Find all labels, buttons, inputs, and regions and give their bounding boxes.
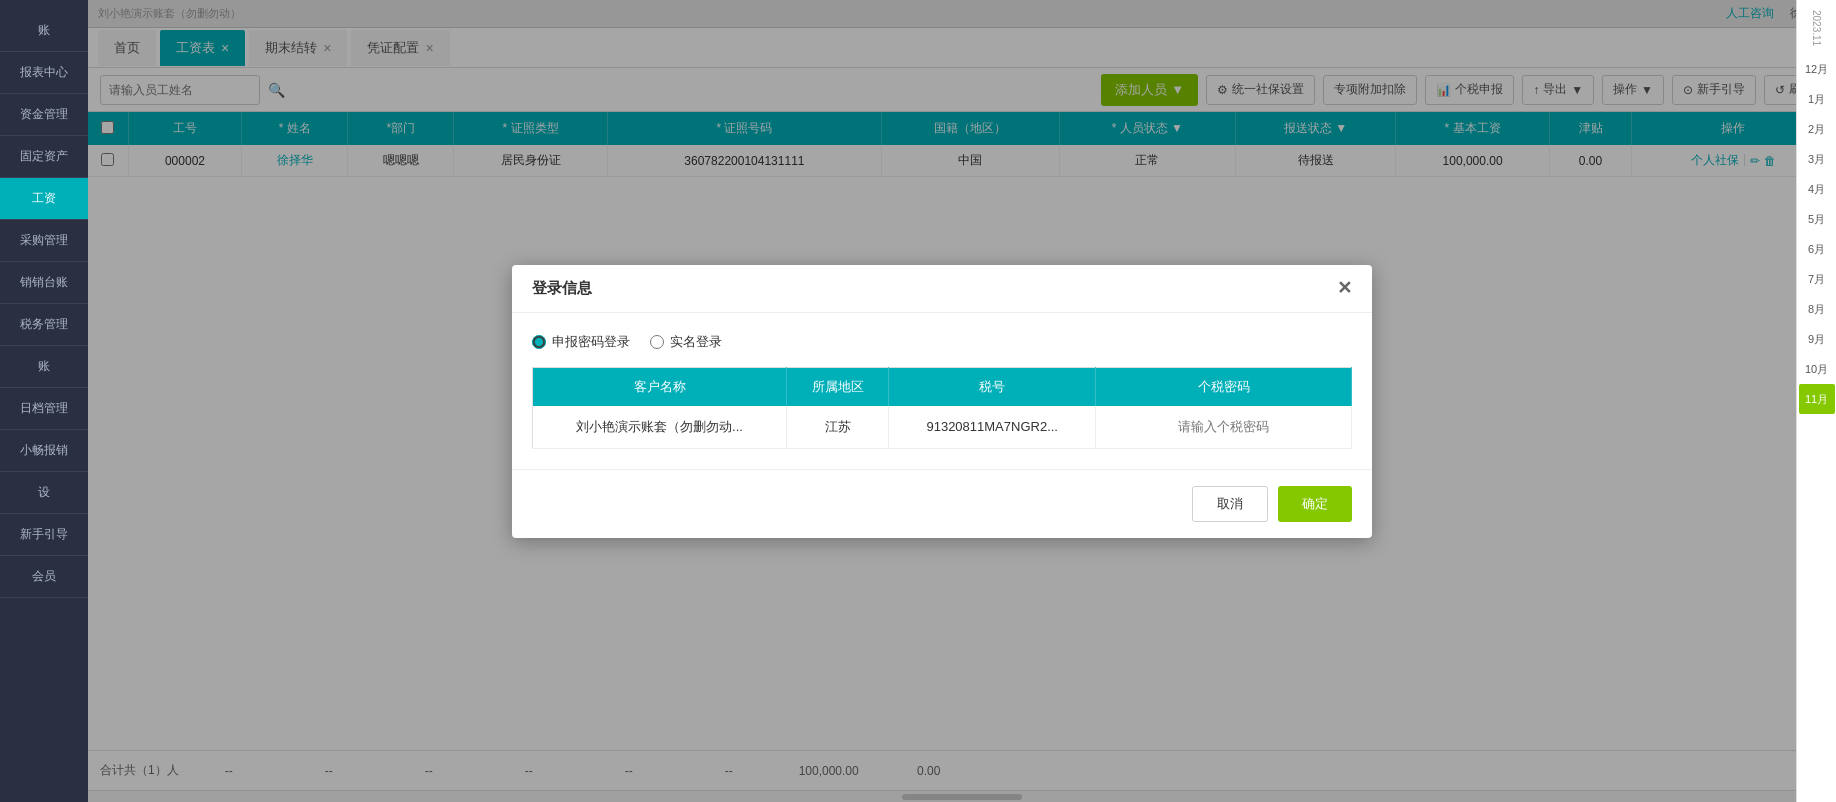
inner-col-password: 个税密码 bbox=[1096, 367, 1352, 406]
cell-region: 江苏 bbox=[787, 406, 889, 449]
login-type-radio-group: 申报密码登录 实名登录 bbox=[532, 333, 1352, 351]
modal-close-button[interactable]: ✕ bbox=[1337, 279, 1352, 297]
sidebar-item-tax[interactable]: 税务管理 bbox=[0, 304, 88, 346]
sidebar-item-settings[interactable]: 设 bbox=[0, 472, 88, 514]
modal-header: 登录信息 ✕ bbox=[512, 265, 1372, 313]
sidebar: 账 报表中心 资金管理 固定资产 工资 采购管理 销销台账 税务管理 账 日档管… bbox=[0, 0, 88, 802]
confirm-button[interactable]: 确定 bbox=[1278, 486, 1352, 522]
modal-title: 登录信息 bbox=[532, 279, 592, 298]
cancel-button[interactable]: 取消 bbox=[1192, 486, 1268, 522]
cal-month-11[interactable]: 11月 bbox=[1799, 384, 1835, 414]
sidebar-item-sales[interactable]: 销销台账 bbox=[0, 262, 88, 304]
cell-tax-number: 91320811MA7NGR2... bbox=[889, 406, 1096, 449]
cal-month-1[interactable]: 1月 bbox=[1799, 84, 1835, 114]
cell-password[interactable] bbox=[1096, 406, 1352, 449]
sidebar-item-guide[interactable]: 新手引导 bbox=[0, 514, 88, 556]
sidebar-item-member[interactable]: 会员 bbox=[0, 556, 88, 598]
sidebar-item-salary[interactable]: 工资 bbox=[0, 178, 88, 220]
cal-month-8[interactable]: 8月 bbox=[1799, 294, 1835, 324]
cal-month-6[interactable]: 6月 bbox=[1799, 234, 1835, 264]
sidebar-item-asset[interactable]: 固定资产 bbox=[0, 136, 88, 178]
login-info-row: 刘小艳演示账套（勿删勿动... 江苏 91320811MA7NGR2... bbox=[533, 406, 1352, 449]
cal-month-5[interactable]: 5月 bbox=[1799, 204, 1835, 234]
sidebar-item-ledger[interactable]: 账 bbox=[0, 346, 88, 388]
sidebar-item-fund[interactable]: 资金管理 bbox=[0, 94, 88, 136]
cal-month-10[interactable]: 10月 bbox=[1799, 354, 1835, 384]
sidebar-item-purchase[interactable]: 采购管理 bbox=[0, 220, 88, 262]
cal-month-12[interactable]: 12月 bbox=[1799, 54, 1835, 84]
sidebar-item-zhang[interactable]: 账 bbox=[0, 10, 88, 52]
login-info-modal: 登录信息 ✕ 申报密码登录 实名登录 客户名称 所属地区 bbox=[512, 265, 1372, 538]
login-info-table: 客户名称 所属地区 税号 个税密码 刘小艳演示账套（勿删勿动... 江苏 913… bbox=[532, 367, 1352, 449]
radio-password-login[interactable]: 申报密码登录 bbox=[532, 333, 630, 351]
calendar-panel: 2023.11 12月 1月 2月 3月 4月 5月 6月 7月 8月 9月 1… bbox=[1796, 0, 1836, 802]
modal-body: 申报密码登录 实名登录 客户名称 所属地区 税号 个税密码 bbox=[512, 313, 1372, 469]
cal-month-3[interactable]: 3月 bbox=[1799, 144, 1835, 174]
cal-month-4[interactable]: 4月 bbox=[1799, 174, 1835, 204]
cal-month-2[interactable]: 2月 bbox=[1799, 114, 1835, 144]
inner-col-tax-number: 税号 bbox=[889, 367, 1096, 406]
cal-month-9[interactable]: 9月 bbox=[1799, 324, 1835, 354]
tax-password-input[interactable] bbox=[1108, 419, 1339, 434]
inner-col-region: 所属地区 bbox=[787, 367, 889, 406]
modal-footer: 取消 确定 bbox=[512, 469, 1372, 538]
sidebar-item-expense[interactable]: 小畅报销 bbox=[0, 430, 88, 472]
cell-client-name: 刘小艳演示账套（勿删勿动... bbox=[533, 406, 787, 449]
radio-realname-login[interactable]: 实名登录 bbox=[650, 333, 722, 351]
cal-month-7[interactable]: 7月 bbox=[1799, 264, 1835, 294]
sidebar-item-report[interactable]: 报表中心 bbox=[0, 52, 88, 94]
inner-col-name: 客户名称 bbox=[533, 367, 787, 406]
modal-overlay: 登录信息 ✕ 申报密码登录 实名登录 客户名称 所属地区 bbox=[88, 0, 1796, 802]
calendar-year: 2023.11 bbox=[1811, 10, 1822, 46]
sidebar-item-archive[interactable]: 日档管理 bbox=[0, 388, 88, 430]
